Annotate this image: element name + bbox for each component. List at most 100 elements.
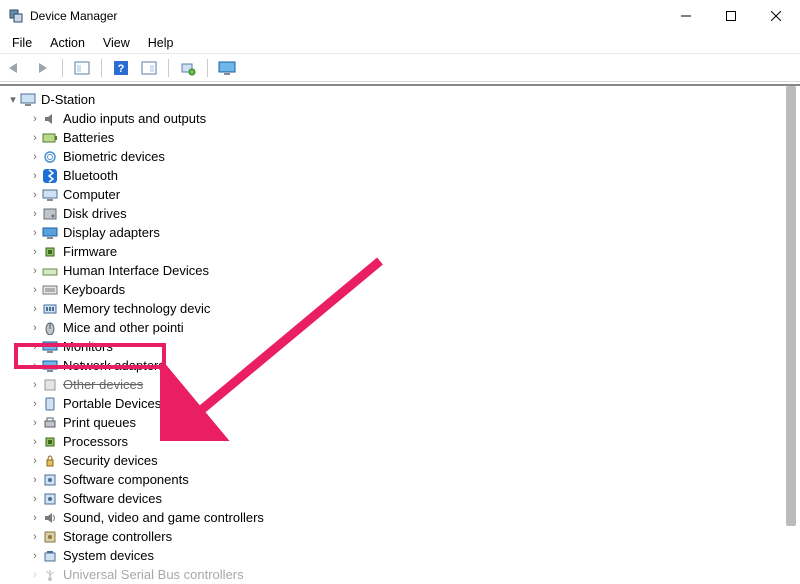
tree-category[interactable]: ›Batteries [24,128,800,147]
tree-category[interactable]: ›Portable Devices [24,394,800,413]
monitor-icon[interactable] [216,57,238,79]
tree-category[interactable]: › Security devices [24,451,800,470]
tree-category[interactable]: › Memory technology devic [24,299,800,318]
battery-icon [42,130,58,146]
tree-category[interactable]: › Keyboards [24,280,800,299]
tree-category[interactable]: ›Sound, video and game controllers [24,508,800,527]
chevron-right-icon[interactable]: › [28,205,42,223]
chevron-right-icon[interactable]: › [28,148,42,166]
tree-category-label: Memory technology devic [63,300,210,318]
tree-category-label: Display adapters [63,224,160,242]
menu-action[interactable]: Action [42,34,93,52]
chevron-right-icon[interactable]: › [28,566,42,584]
tree-children: ›Audio inputs and outputs›Batteries›Biom… [24,109,800,584]
chevron-right-icon[interactable]: › [28,490,42,508]
tree-category-label: Bluetooth [63,167,118,185]
chevron-down-icon[interactable]: ▾ [6,91,20,109]
tree-category[interactable]: › Network adapters [24,356,800,375]
tree-category[interactable]: ›Universal Serial Bus controllers [24,565,800,584]
scrollbar-thumb[interactable] [786,86,796,526]
help-icon[interactable]: ? [110,57,132,79]
maximize-button[interactable] [708,2,753,30]
chevron-right-icon[interactable]: › [28,129,42,147]
tree-category-label: Print queues [63,414,136,432]
vertical-scrollbar[interactable] [786,86,796,566]
other-icon [42,377,58,393]
show-hidden-pane-icon[interactable] [71,57,93,79]
tree-category[interactable]: › Software components [24,470,800,489]
tree-category[interactable]: ›Human Interface Devices [24,261,800,280]
tree-category-label: Software devices [63,490,162,508]
disk-icon [42,206,58,222]
scan-hardware-icon[interactable] [177,57,199,79]
tree-category[interactable]: ›Audio inputs and outputs [24,109,800,128]
tree-category[interactable]: › Print queues [24,413,800,432]
menu-file[interactable]: File [4,34,40,52]
tree-root[interactable]: ▾ D-Station [6,90,800,109]
tree-category-label: Security devices [63,452,158,470]
tree-category[interactable]: ›Monitors [24,337,800,356]
chevron-right-icon[interactable]: › [28,167,42,185]
chevron-right-icon[interactable]: › [28,395,42,413]
storage-icon [42,529,58,545]
close-button[interactable] [753,2,798,30]
tree-category-label: Processors [63,433,128,451]
chevron-right-icon[interactable]: › [28,243,42,261]
minimize-button[interactable] [663,2,708,30]
tree-category[interactable]: › Display adapters [24,223,800,242]
tree-category[interactable]: ›Other devices [24,375,800,394]
chevron-right-icon[interactable]: › [28,471,42,489]
tree-category[interactable]: › Firmware [24,242,800,261]
tree-category-label: Keyboards [63,281,125,299]
tree-category[interactable]: › Bluetooth [24,166,800,185]
chevron-right-icon[interactable]: › [28,414,42,432]
network-icon [42,358,58,374]
sound-icon [42,510,58,526]
tree-category-label: Biometric devices [63,148,165,166]
security-icon [42,453,58,469]
chevron-right-icon[interactable]: › [28,509,42,527]
tree-category[interactable]: › System devices [24,546,800,565]
bluetooth-icon [42,168,58,184]
chevron-right-icon[interactable]: › [28,547,42,565]
menu-view[interactable]: View [95,34,138,52]
toolbar-separator [168,59,169,77]
chevron-right-icon[interactable]: › [28,224,42,242]
chevron-right-icon[interactable]: › [28,452,42,470]
tree-category[interactable]: › Software devices [24,489,800,508]
app-icon [8,8,24,24]
properties-pane-icon[interactable] [138,57,160,79]
tree-category[interactable]: › Biometric devices [24,147,800,166]
printer-icon [42,415,58,431]
forward-icon[interactable] [32,57,54,79]
chip-icon [42,244,58,260]
tree-category-label: Mice and other pointi [63,319,184,337]
tree-category[interactable]: ›Disk drives [24,204,800,223]
tree-category[interactable]: › Processors [24,432,800,451]
chevron-right-icon[interactable]: › [28,281,42,299]
chevron-right-icon[interactable]: › [28,528,42,546]
chevron-right-icon[interactable]: › [28,357,42,375]
back-icon[interactable] [4,57,26,79]
tree-category[interactable]: › Computer [24,185,800,204]
chevron-right-icon[interactable]: › [28,186,42,204]
chevron-right-icon[interactable]: › [28,110,42,128]
chevron-right-icon[interactable]: › [28,376,42,394]
chevron-right-icon[interactable]: › [28,300,42,318]
chevron-right-icon[interactable]: › [28,338,42,356]
tree-category-label: Network adapters [63,357,165,375]
device-tree[interactable]: ▾ D-Station ›Audio inputs and outputs›Ba… [0,86,800,584]
chevron-right-icon[interactable]: › [28,262,42,280]
titlebar: Device Manager [0,0,800,32]
tree-category-label: Firmware [63,243,117,261]
tree-category-label: Software components [63,471,189,489]
tree-category[interactable]: ›Storage controllers [24,527,800,546]
computer-icon [42,187,58,203]
menu-help[interactable]: Help [140,34,182,52]
chevron-right-icon[interactable]: › [28,433,42,451]
tree-category-label: Computer [63,186,120,204]
toolbar-separator [207,59,208,77]
chevron-right-icon[interactable]: › [28,319,42,337]
tree-category[interactable]: › Mice and other pointi [24,318,800,337]
tree-category-label: System devices [63,547,154,565]
